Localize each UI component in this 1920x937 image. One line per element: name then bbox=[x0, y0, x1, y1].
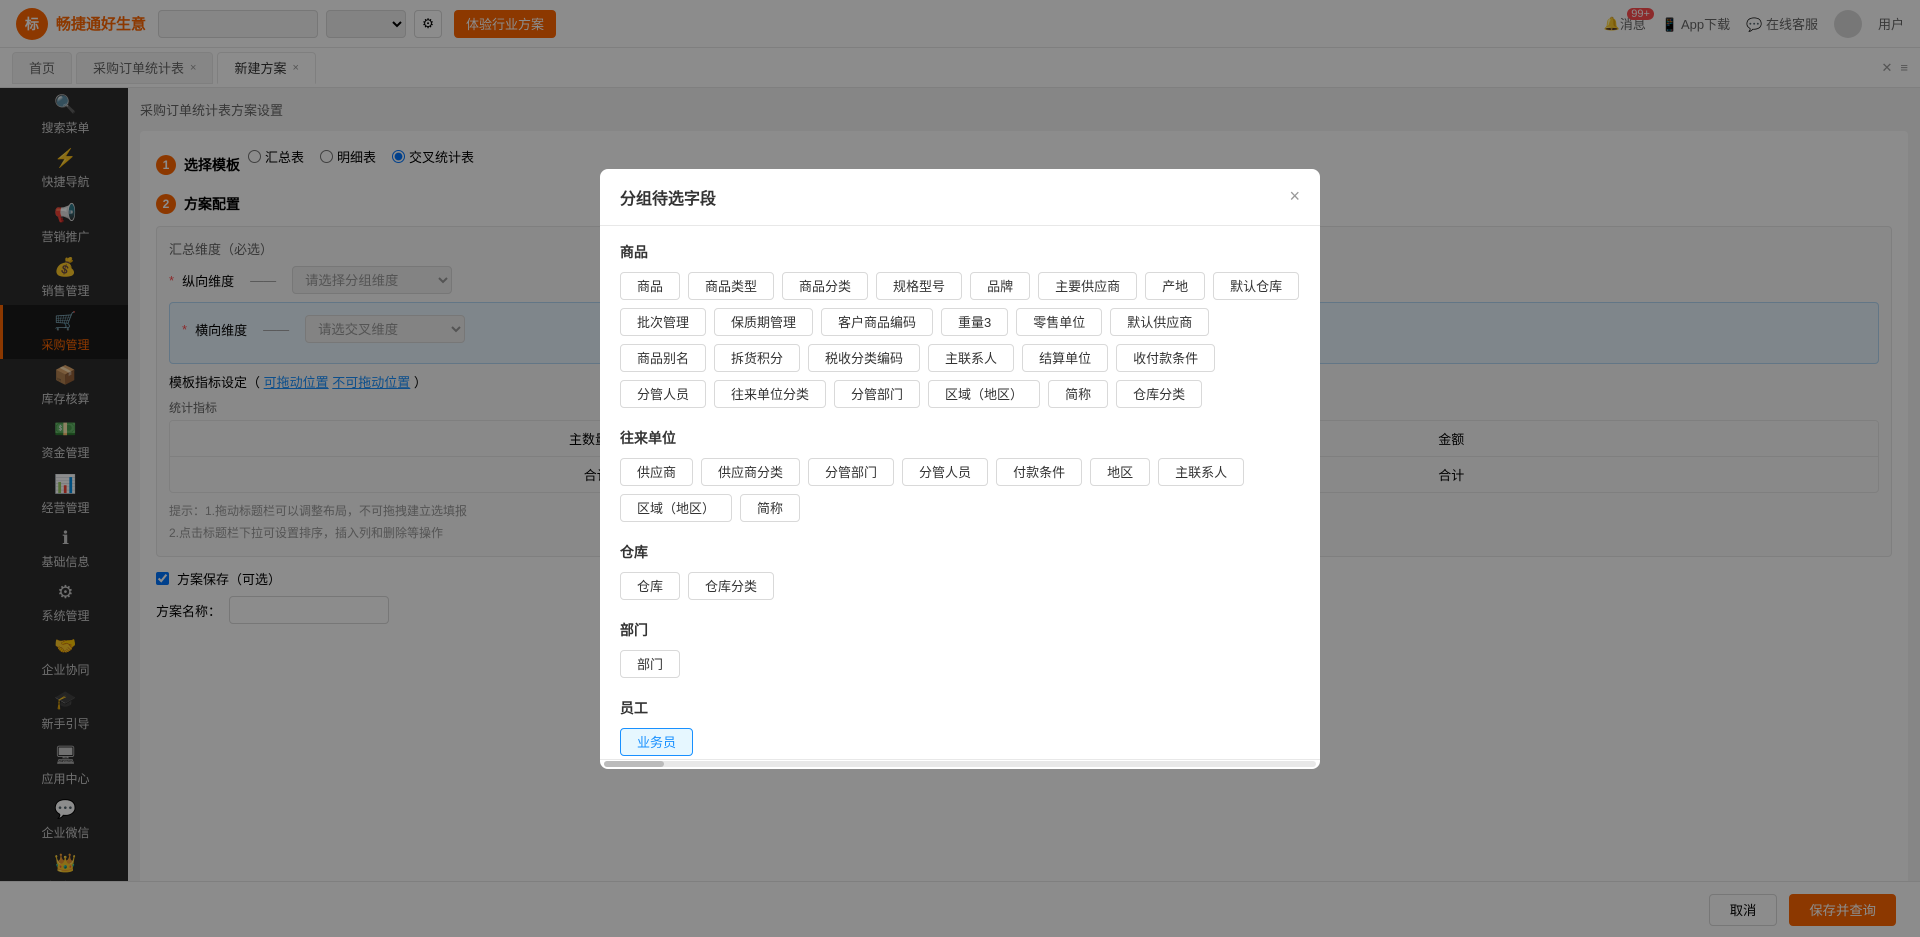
field-tag-retail-unit[interactable]: 零售单位 bbox=[1016, 308, 1102, 336]
field-group-employee: 员工 业务员 bbox=[620, 698, 1300, 756]
field-tag-quality-mgmt[interactable]: 保质期管理 bbox=[714, 308, 813, 336]
field-tag-counterpart-category[interactable]: 往来单位分类 bbox=[714, 380, 826, 408]
field-tag-dept[interactable]: 分管部门 bbox=[834, 380, 920, 408]
field-tag-payment-condition[interactable]: 付款条件 bbox=[996, 458, 1082, 486]
modal-hscroll[interactable] bbox=[600, 759, 1320, 769]
field-tag-main-contact[interactable]: 主联系人 bbox=[928, 344, 1014, 372]
field-tag-warehouse[interactable]: 仓库 bbox=[620, 572, 680, 600]
field-group-counterpart: 往来单位 供应商 供应商分类 分管部门 分管人员 付款条件 地区 主联系人 区域… bbox=[620, 428, 1300, 522]
modal-title: 分组待选字段 bbox=[620, 185, 716, 209]
field-tag-abbreviation-2[interactable]: 简称 bbox=[740, 494, 800, 522]
field-tag-product-category[interactable]: 商品分类 bbox=[782, 272, 868, 300]
field-group-department: 部门 部门 bbox=[620, 620, 1300, 678]
field-tag-batch-mgmt[interactable]: 批次管理 bbox=[620, 308, 706, 336]
field-tag-product-type[interactable]: 商品类型 bbox=[688, 272, 774, 300]
field-tag-supplier-category[interactable]: 供应商分类 bbox=[701, 458, 800, 486]
field-group-department-title: 部门 bbox=[620, 620, 1300, 640]
field-tag-origin[interactable]: 产地 bbox=[1145, 272, 1205, 300]
modal-body[interactable]: 商品 商品 商品类型 商品分类 规格型号 品牌 主要供应商 产地 默认仓库 批次… bbox=[600, 226, 1320, 759]
field-tags-employee: 业务员 bbox=[620, 728, 1300, 756]
field-tag-settlement-unit[interactable]: 结算单位 bbox=[1022, 344, 1108, 372]
field-tags-department: 部门 bbox=[620, 650, 1300, 678]
field-tag-product-alias[interactable]: 商品别名 bbox=[620, 344, 706, 372]
field-tag-default-warehouse[interactable]: 默认仓库 bbox=[1213, 272, 1299, 300]
field-tags-warehouse: 仓库 仓库分类 bbox=[620, 572, 1300, 600]
field-tag-tax-code[interactable]: 税收分类编码 bbox=[808, 344, 920, 372]
field-tag-brand[interactable]: 品牌 bbox=[970, 272, 1030, 300]
field-tag-warehouse-cat[interactable]: 仓库分类 bbox=[688, 572, 774, 600]
field-group-warehouse-title: 仓库 bbox=[620, 542, 1300, 562]
field-tags-counterpart: 供应商 供应商分类 分管部门 分管人员 付款条件 地区 主联系人 区域（地区） … bbox=[620, 458, 1300, 522]
field-tag-mgmt-person[interactable]: 分管人员 bbox=[902, 458, 988, 486]
field-tag-main-contact-2[interactable]: 主联系人 bbox=[1158, 458, 1244, 486]
field-tag-weight3[interactable]: 重量3 bbox=[941, 308, 1008, 336]
field-tag-abbreviation[interactable]: 简称 bbox=[1048, 380, 1108, 408]
field-tag-mgmt-dept[interactable]: 分管部门 bbox=[808, 458, 894, 486]
field-tag-main-supplier[interactable]: 主要供应商 bbox=[1038, 272, 1137, 300]
field-tag-warehouse-category[interactable]: 仓库分类 bbox=[1116, 380, 1202, 408]
field-tag-region-2[interactable]: 区域（地区） bbox=[620, 494, 732, 522]
field-tag-department[interactable]: 部门 bbox=[620, 650, 680, 678]
field-tag-supplier[interactable]: 供应商 bbox=[620, 458, 693, 486]
modal-header: 分组待选字段 × bbox=[600, 169, 1320, 226]
field-tag-default-supplier[interactable]: 默认供应商 bbox=[1110, 308, 1209, 336]
field-tag-salesperson[interactable]: 业务员 bbox=[620, 728, 693, 756]
modal-close-button[interactable]: × bbox=[1289, 186, 1300, 207]
field-tag-area[interactable]: 地区 bbox=[1090, 458, 1150, 486]
field-group-product-title: 商品 bbox=[620, 242, 1300, 262]
field-group-counterpart-title: 往来单位 bbox=[620, 428, 1300, 448]
modal-overlay: 分组待选字段 × 商品 商品 商品类型 商品分类 规格型号 品牌 主要供应商 产… bbox=[0, 0, 1920, 937]
field-tags-product: 商品 商品类型 商品分类 规格型号 品牌 主要供应商 产地 默认仓库 批次管理 … bbox=[620, 272, 1300, 408]
field-tag-region[interactable]: 区域（地区） bbox=[928, 380, 1040, 408]
field-tag-supervisor[interactable]: 分管人员 bbox=[620, 380, 706, 408]
field-group-employee-title: 员工 bbox=[620, 698, 1300, 718]
field-tag-customer-code[interactable]: 客户商品编码 bbox=[821, 308, 933, 336]
field-tag-split-points[interactable]: 拆货积分 bbox=[714, 344, 800, 372]
field-tag-spec-model[interactable]: 规格型号 bbox=[876, 272, 962, 300]
field-group-warehouse: 仓库 仓库 仓库分类 bbox=[620, 542, 1300, 600]
field-tag-payment-terms[interactable]: 收付款条件 bbox=[1116, 344, 1215, 372]
field-select-modal: 分组待选字段 × 商品 商品 商品类型 商品分类 规格型号 品牌 主要供应商 产… bbox=[600, 169, 1320, 769]
field-group-product: 商品 商品 商品类型 商品分类 规格型号 品牌 主要供应商 产地 默认仓库 批次… bbox=[620, 242, 1300, 408]
field-tag-product[interactable]: 商品 bbox=[620, 272, 680, 300]
